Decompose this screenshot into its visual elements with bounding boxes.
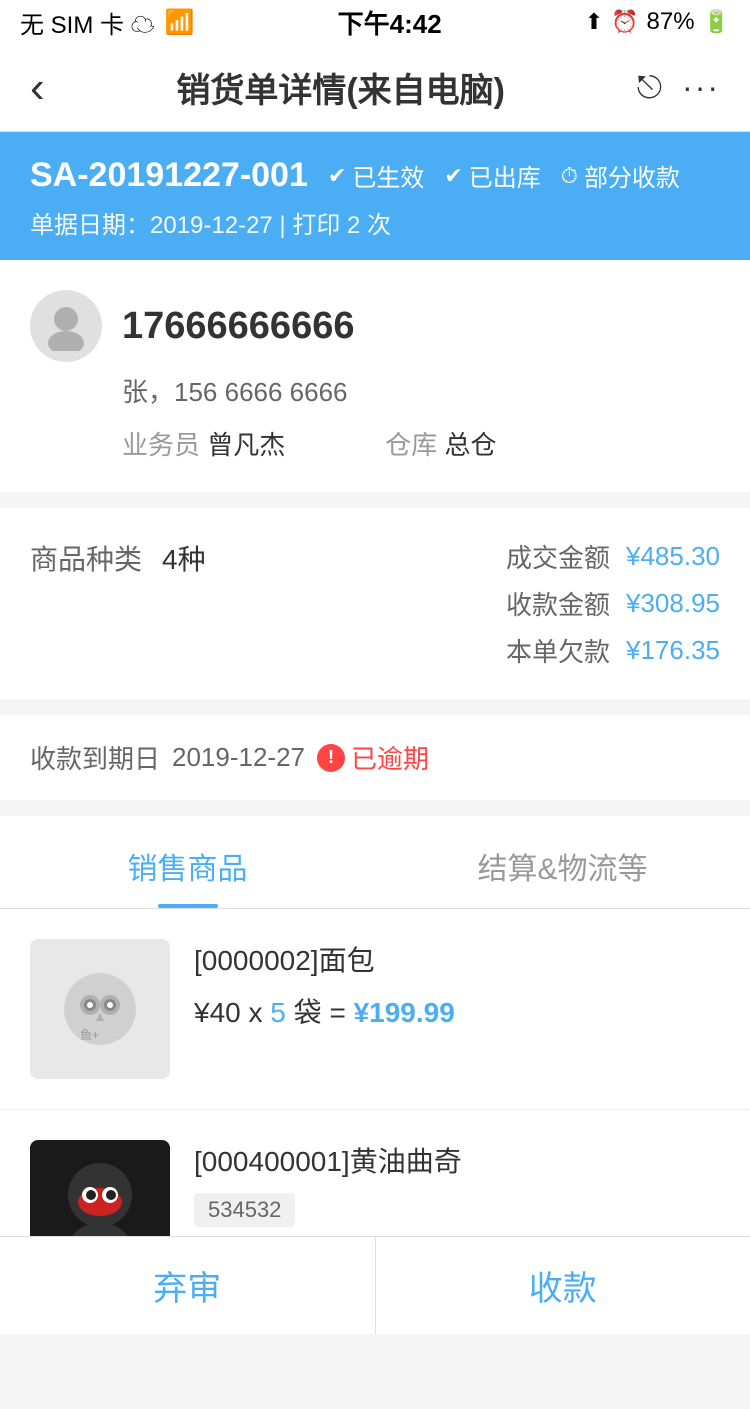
status-activated: ✔ 已生效: [328, 158, 424, 193]
due-section: 收款到期日 2019-12-27 ! 已逾期: [0, 715, 750, 800]
overdue-icon: !: [317, 744, 345, 772]
customer-info: 17666666666: [122, 305, 354, 348]
collected-label: 收款金额: [506, 585, 610, 622]
bottom-bar: 弃审 收款: [0, 1236, 750, 1334]
overdue-badge: ! 已逾期: [317, 739, 429, 776]
more-icon[interactable]: ···: [682, 69, 720, 106]
wifi-icon: 📶: [165, 8, 195, 37]
list-item: 鱼+ [0000002]面包 ¥40 x 5 袋 = ¥199.99: [0, 909, 750, 1110]
due-date-value: 2019-12-27: [172, 742, 305, 773]
deal-amount-row: 成交金额 ¥485.30: [506, 538, 720, 575]
qty-value-1: 5: [270, 997, 286, 1028]
battery-text: 87%: [647, 8, 695, 36]
svg-text:鱼+: 鱼+: [80, 1028, 99, 1042]
product-thumbnail-1: 鱼+: [30, 939, 170, 1079]
status-time: 下午4:42: [338, 4, 442, 41]
sales-rep-label: 业务员: [122, 430, 207, 460]
page-title: 销货单详情(来自电脑): [176, 63, 505, 112]
product-sku-2: 534532: [194, 1193, 295, 1227]
due-date-label: 收款到期日: [30, 739, 160, 776]
status-left: 无 SIM 卡 ☁ 📶: [20, 5, 195, 40]
warehouse-value: 总仓: [444, 430, 496, 460]
status-partial-payment: ⏱ 部分收款: [561, 158, 680, 193]
overdue-text: 已逾期: [351, 739, 429, 776]
customer-row: 17666666666: [30, 290, 720, 362]
check-icon-2: ✔: [444, 163, 462, 189]
sales-rep-value: 曾凡杰: [207, 430, 285, 460]
status-right: ⬆ ⏰ 87% 🔋: [585, 8, 730, 36]
product-image-placeholder-1: 鱼+: [30, 939, 170, 1079]
back-button[interactable]: ‹: [30, 63, 45, 113]
collect-payment-button[interactable]: 收款: [375, 1237, 750, 1334]
customer-details: 业务员 曾凡杰 仓库 总仓: [30, 425, 720, 462]
customer-avatar: [30, 290, 102, 362]
deal-amount-label: 成交金额: [506, 538, 610, 575]
collected-value: ¥308.95: [626, 588, 720, 619]
customer-name: 张，156 6666 6666: [30, 372, 720, 409]
product-name-2: [000400001]黄油曲奇: [194, 1140, 720, 1180]
category-value: 4种: [162, 538, 206, 578]
nav-left: ‹: [30, 63, 45, 113]
check-icon-1: ✔: [328, 163, 346, 189]
order-id-row: SA-20191227-001 ✔ 已生效 ✔ 已出库 ⏱ 部分收款: [30, 156, 720, 195]
product-price-1: ¥40 x 5 袋 = ¥199.99: [194, 991, 720, 1031]
doc-date: 单据日期：2019-12-27 | 打印 2 次: [30, 205, 720, 240]
product-info-1: [0000002]面包 ¥40 x 5 袋 = ¥199.99: [194, 939, 720, 1031]
battery-icon: 🔋: [703, 9, 730, 35]
status-bar: 无 SIM 卡 ☁ 📶 下午4:42 ⬆ ⏰ 87% 🔋: [0, 0, 750, 44]
nav-right: ⎋ ···: [637, 69, 720, 107]
location-icon: ⬆: [585, 9, 603, 35]
status-shipped: ✔ 已出库: [444, 158, 540, 193]
collected-row: 收款金额 ¥308.95: [506, 585, 720, 622]
share-icon[interactable]: ⎋: [637, 69, 662, 107]
owed-row: 本单欠款 ¥176.35: [506, 632, 720, 669]
order-id-text: SA-20191227-001: [30, 156, 308, 195]
deal-amount-value: ¥485.30: [626, 541, 720, 572]
sim-text: 无 SIM 卡 ☁: [20, 5, 155, 40]
header-banner: SA-20191227-001 ✔ 已生效 ✔ 已出库 ⏱ 部分收款 单据日期：…: [0, 132, 750, 260]
tab-sales-products[interactable]: 销售商品: [0, 816, 375, 908]
customer-id: 17666666666: [122, 305, 354, 348]
abandon-review-button[interactable]: 弃审: [0, 1237, 375, 1334]
product-name-1: [0000002]面包: [194, 939, 720, 979]
total-value-1: ¥199.99: [354, 997, 455, 1028]
stats-left: 商品种类 4种: [30, 538, 206, 578]
owed-label: 本单欠款: [506, 632, 610, 669]
nav-bar: ‹ 销货单详情(来自电脑) ⎋ ···: [0, 44, 750, 132]
unit-value-1: 袋: [294, 997, 322, 1028]
customer-section: 17666666666 张，156 6666 6666 业务员 曾凡杰 仓库 总…: [0, 260, 750, 492]
tabs-section: 销售商品 结算&物流等: [0, 816, 750, 909]
category-label: 商品种类: [30, 538, 142, 578]
stats-section: 商品种类 4种 成交金额 ¥485.30 收款金额 ¥308.95 本单欠款 ¥…: [0, 508, 750, 699]
clock-icon: ⏱: [561, 163, 578, 189]
tab-settlement-logistics[interactable]: 结算&物流等: [375, 816, 750, 908]
owed-value: ¥176.35: [626, 635, 720, 666]
alarm-icon: ⏰: [611, 9, 638, 35]
price-value-1: ¥40: [194, 997, 241, 1028]
warehouse-label: 仓库: [385, 430, 444, 460]
stats-right: 成交金额 ¥485.30 收款金额 ¥308.95 本单欠款 ¥176.35: [506, 538, 720, 669]
